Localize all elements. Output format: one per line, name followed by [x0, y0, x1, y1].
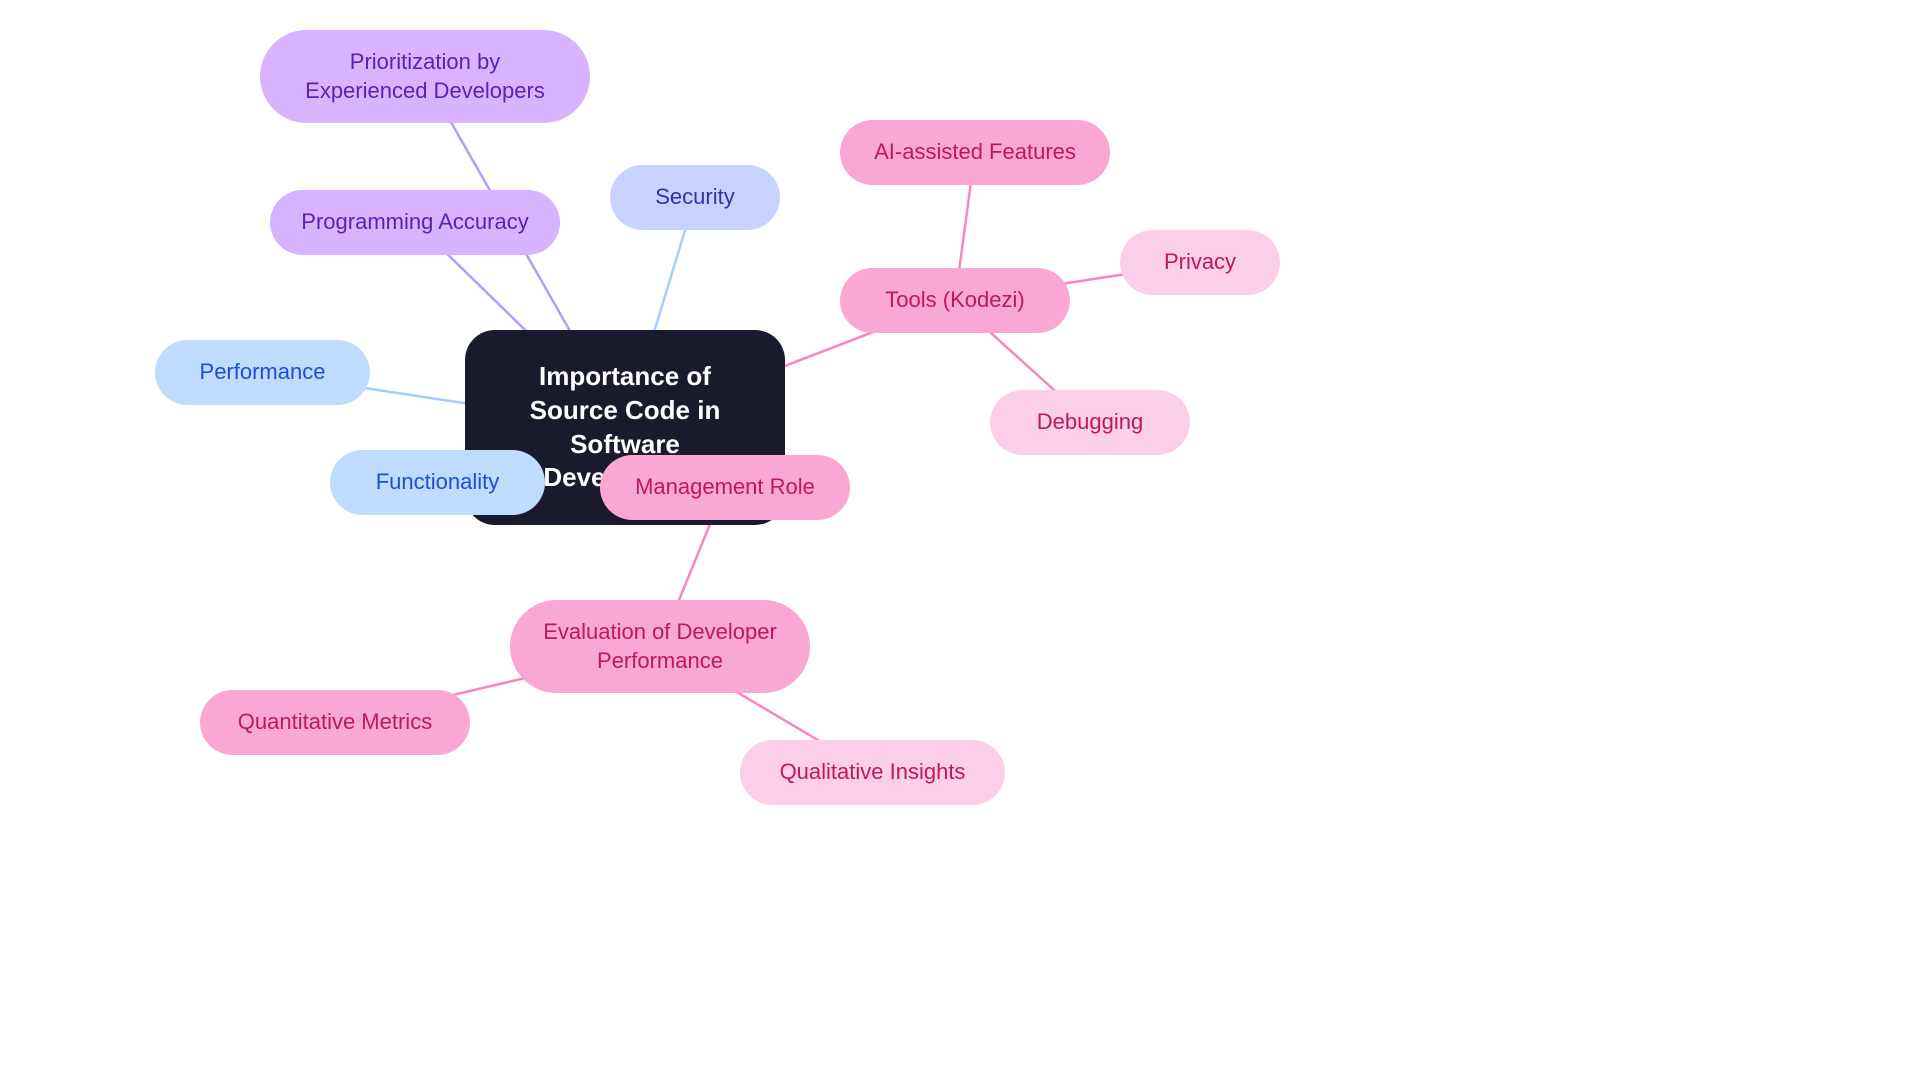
qual-insights-node: Qualitative Insights	[740, 740, 1005, 805]
security-node: Security	[610, 165, 780, 230]
eval-developer-node: Evaluation of Developer Performance	[510, 600, 810, 693]
ai-features-node: AI-assisted Features	[840, 120, 1110, 185]
privacy-node: Privacy	[1120, 230, 1280, 295]
prioritization-node: Prioritization by Experienced Developers	[260, 30, 590, 123]
debugging-node: Debugging	[990, 390, 1190, 455]
performance-node: Performance	[155, 340, 370, 405]
quant-metrics-node: Quantitative Metrics	[200, 690, 470, 755]
mind-map-canvas: Importance of Source Code in Software De…	[0, 0, 1920, 1083]
management-role-node: Management Role	[600, 455, 850, 520]
functionality-node: Functionality	[330, 450, 545, 515]
programming-accuracy-node: Programming Accuracy	[270, 190, 560, 255]
tools-kodezi-node: Tools (Kodezi)	[840, 268, 1070, 333]
